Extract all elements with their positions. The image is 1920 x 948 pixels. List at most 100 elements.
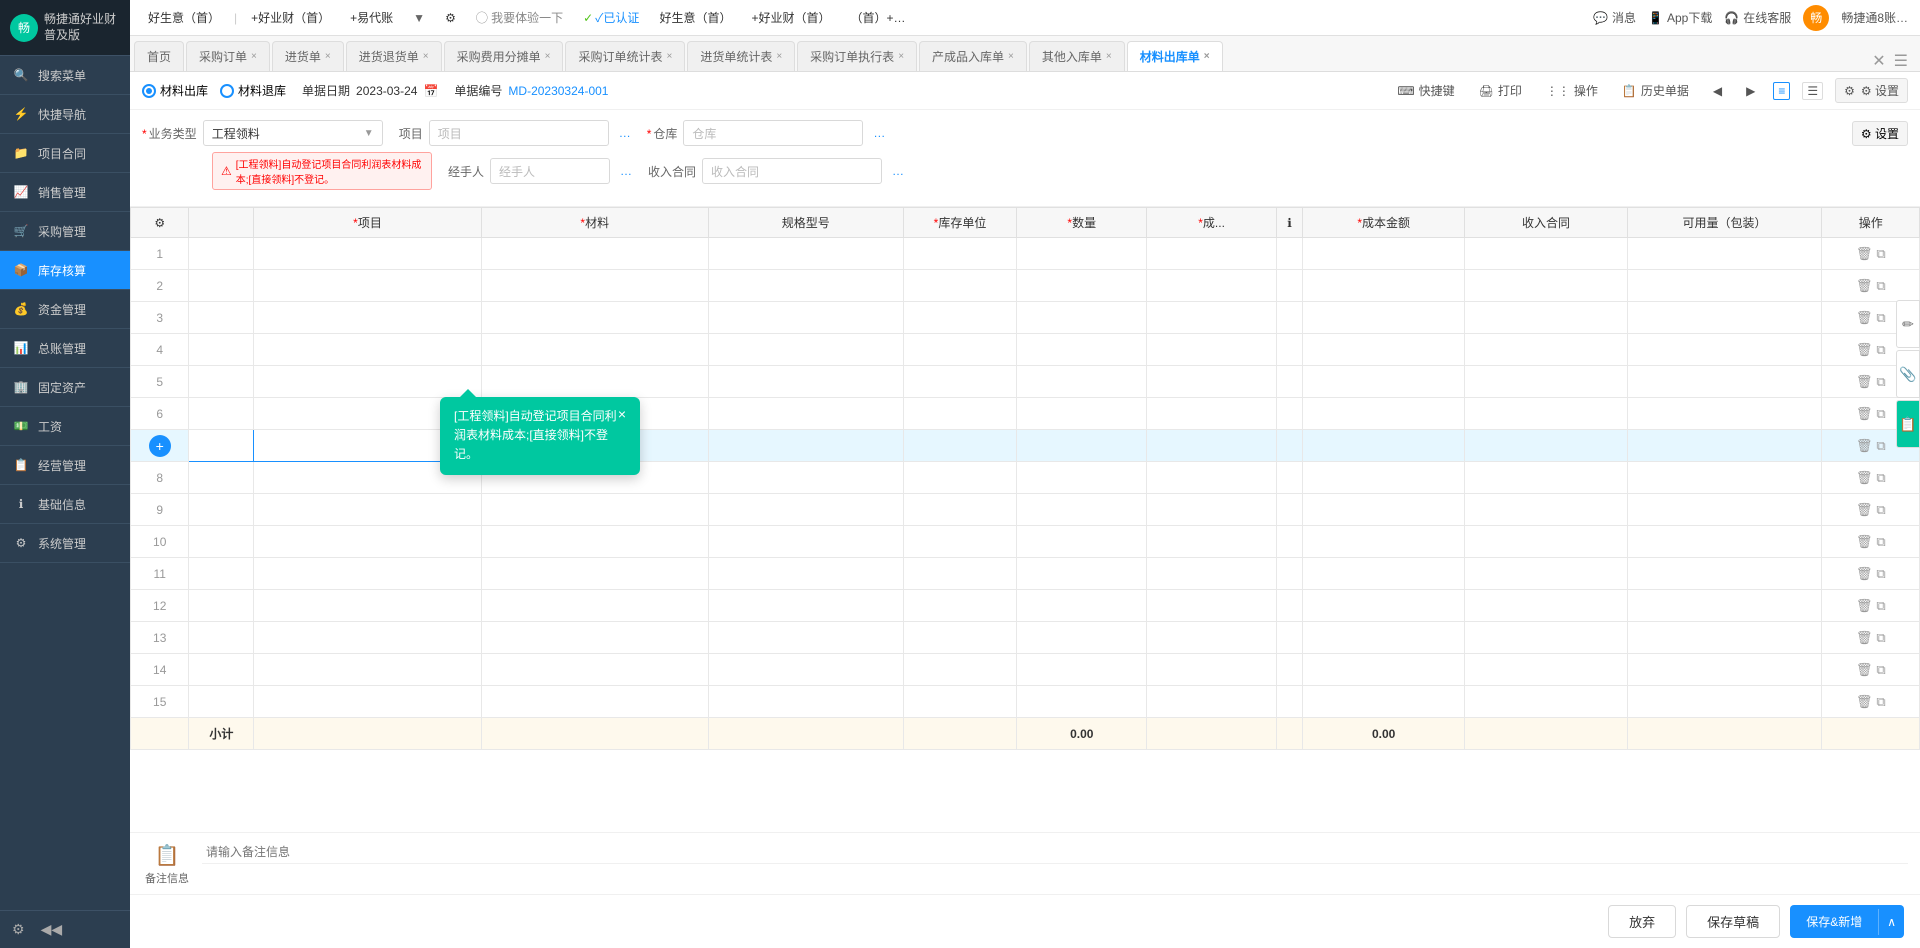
- delete-icon-8[interactable]: 🗑: [1856, 470, 1873, 486]
- copy-icon-6[interactable]: ⧉: [1876, 406, 1885, 422]
- tab-exec[interactable]: 采购订单执行表 ×: [797, 41, 917, 71]
- tab-expense[interactable]: 采购费用分摊单 ×: [444, 41, 564, 71]
- copy-icon-11[interactable]: ⧉: [1876, 566, 1885, 582]
- view-list-btn[interactable]: ☰: [1802, 82, 1823, 100]
- warehouse-input[interactable]: 仓库: [683, 120, 863, 146]
- copy-icon-13[interactable]: ⧉: [1876, 630, 1885, 646]
- topbar-haoshengyi2[interactable]: 好生意（首）: [653, 5, 737, 30]
- row-1-cost-amt[interactable]: [1303, 238, 1465, 270]
- row-1-cost[interactable]: [1147, 238, 1277, 270]
- notes-input[interactable]: [202, 841, 1908, 864]
- settings-btn[interactable]: ⚙ ⚙ 设置: [1835, 78, 1908, 103]
- sidebar-item-basic[interactable]: ℹ 基础信息: [0, 485, 130, 524]
- save-new-arrow-btn[interactable]: ∧: [1878, 909, 1904, 935]
- row-1-income[interactable]: [1465, 238, 1627, 270]
- tab-material-out[interactable]: 材料出库单 ×: [1127, 41, 1223, 71]
- tooltip-close-btn[interactable]: ×: [618, 407, 626, 421]
- delete-icon-3[interactable]: 🗑: [1856, 310, 1873, 326]
- project-dots-icon[interactable]: …: [619, 126, 631, 140]
- sidebar-item-ledger[interactable]: 📊 总账管理: [0, 329, 130, 368]
- add-row-button[interactable]: +: [149, 435, 171, 457]
- copy-icon-2[interactable]: ⧉: [1876, 278, 1885, 294]
- topbar-more2[interactable]: （首）+…: [844, 5, 911, 30]
- sidebar-item-purchase[interactable]: 🛒 采购管理: [0, 212, 130, 251]
- topbar-online-service[interactable]: 🎧 在线客服: [1724, 9, 1791, 26]
- copy-icon-15[interactable]: ⧉: [1876, 694, 1885, 710]
- discard-button[interactable]: 放弃: [1608, 905, 1676, 938]
- warehouse-dots-icon[interactable]: …: [873, 126, 885, 140]
- topbar-more-dropdown[interactable]: ▼: [407, 7, 431, 29]
- print-btn[interactable]: 🖨 打印: [1473, 80, 1528, 101]
- tab-close-exec[interactable]: ×: [898, 51, 904, 62]
- copy-icon-8[interactable]: ⧉: [1876, 470, 1885, 486]
- topbar-message[interactable]: 💬 消息: [1593, 9, 1636, 26]
- tab-stat1[interactable]: 采购订单统计表 ×: [565, 41, 685, 71]
- delete-icon-10[interactable]: 🗑: [1856, 534, 1873, 550]
- copy-icon-3[interactable]: ⧉: [1876, 310, 1885, 326]
- copy-icon-10[interactable]: ⧉: [1876, 534, 1885, 550]
- topbar-yidaizhang[interactable]: +易代账: [344, 5, 399, 30]
- topbar-haoshengyi[interactable]: 好生意（首）: [142, 5, 226, 30]
- delete-icon-13[interactable]: 🗑: [1856, 630, 1873, 646]
- copy-icon-7[interactable]: ⧉: [1876, 438, 1885, 454]
- tab-menu[interactable]: ☰: [1894, 51, 1908, 71]
- right-toolbar-green[interactable]: 📋: [1896, 400, 1920, 448]
- income-contract-dots-icon[interactable]: …: [892, 164, 904, 178]
- tab-close-all[interactable]: ✕: [1872, 51, 1885, 71]
- page-settings-btn[interactable]: ⚙ 设置: [1852, 121, 1908, 146]
- save-draft-button[interactable]: 保存草稿: [1686, 905, 1780, 938]
- tab-close-return[interactable]: ×: [423, 51, 429, 62]
- radio-material-out[interactable]: 材料出库: [142, 82, 208, 99]
- row-1-material[interactable]: [481, 238, 708, 270]
- tab-close-product-in[interactable]: ×: [1008, 51, 1014, 62]
- collapse-icon[interactable]: ◀◀: [41, 921, 63, 938]
- sidebar-item-quicknav[interactable]: ⚡ 快捷导航: [0, 95, 130, 134]
- tab-close-expense[interactable]: ×: [545, 51, 551, 62]
- tab-close-purchase-order[interactable]: ×: [251, 51, 257, 62]
- topbar-experience[interactable]: ◯ 我要体验一下: [470, 5, 569, 30]
- income-contract-input[interactable]: 收入合同: [702, 158, 882, 184]
- topbar-settings-icon[interactable]: ⚙: [439, 7, 462, 29]
- handler-input[interactable]: 经手人: [490, 158, 610, 184]
- th-settings[interactable]: ⚙: [131, 208, 189, 238]
- nav-prev-btn[interactable]: ◀: [1707, 82, 1728, 100]
- radio-material-return[interactable]: 材料退库: [220, 82, 286, 99]
- copy-icon-1[interactable]: ⧉: [1876, 246, 1885, 262]
- project-input[interactable]: 项目: [429, 120, 609, 146]
- tab-close-material-out[interactable]: ×: [1204, 51, 1210, 62]
- sidebar-item-system[interactable]: ⚙ 系统管理: [0, 524, 130, 563]
- tab-close-jinghuo[interactable]: ×: [325, 51, 331, 62]
- delete-icon-9[interactable]: 🗑: [1856, 502, 1873, 518]
- delete-icon-14[interactable]: 🗑: [1856, 662, 1873, 678]
- business-type-input[interactable]: 工程领料 ▼: [203, 120, 383, 146]
- sidebar-item-salary[interactable]: 💵 工资: [0, 407, 130, 446]
- tab-purchase-order[interactable]: 采购订单 ×: [186, 41, 270, 71]
- row-1-qty[interactable]: [1017, 238, 1147, 270]
- operation-btn[interactable]: ⋮⋮ 操作: [1540, 80, 1604, 101]
- delete-icon-4[interactable]: 🗑: [1856, 342, 1873, 358]
- sidebar-item-project[interactable]: 📁 项目合同: [0, 134, 130, 173]
- delete-icon-12[interactable]: 🗑: [1856, 598, 1873, 614]
- copy-icon-12[interactable]: ⧉: [1876, 598, 1885, 614]
- tab-other-in[interactable]: 其他入库单 ×: [1029, 41, 1125, 71]
- row-1-spec[interactable]: [708, 238, 903, 270]
- delete-icon-6[interactable]: 🗑: [1856, 406, 1873, 422]
- tab-stat2[interactable]: 进货单统计表 ×: [687, 41, 795, 71]
- copy-icon-9[interactable]: ⧉: [1876, 502, 1885, 518]
- history-btn[interactable]: 📋 历史单据: [1616, 80, 1695, 101]
- right-toolbar-edit[interactable]: ✏: [1896, 300, 1920, 348]
- copy-icon-4[interactable]: ⧉: [1876, 342, 1885, 358]
- delete-icon-15[interactable]: 🗑: [1856, 694, 1873, 710]
- right-toolbar-attach[interactable]: 📎: [1896, 350, 1920, 398]
- tab-close-stat2[interactable]: ×: [776, 51, 782, 62]
- sidebar-item-search[interactable]: 🔍 搜索菜单: [0, 56, 130, 95]
- tab-close-stat1[interactable]: ×: [666, 51, 672, 62]
- topbar-app-download[interactable]: 📱 App下载: [1648, 9, 1712, 26]
- row-1-unit[interactable]: [903, 238, 1017, 270]
- delete-icon-2[interactable]: 🗑: [1856, 278, 1873, 294]
- sidebar-item-sales[interactable]: 📈 销售管理: [0, 173, 130, 212]
- sidebar-item-operations[interactable]: 📋 经营管理: [0, 446, 130, 485]
- save-new-main-btn[interactable]: 保存&新增: [1790, 907, 1878, 936]
- shortcut-btn[interactable]: ⌨ 快捷键: [1391, 80, 1460, 101]
- handler-dots-icon[interactable]: …: [620, 164, 632, 178]
